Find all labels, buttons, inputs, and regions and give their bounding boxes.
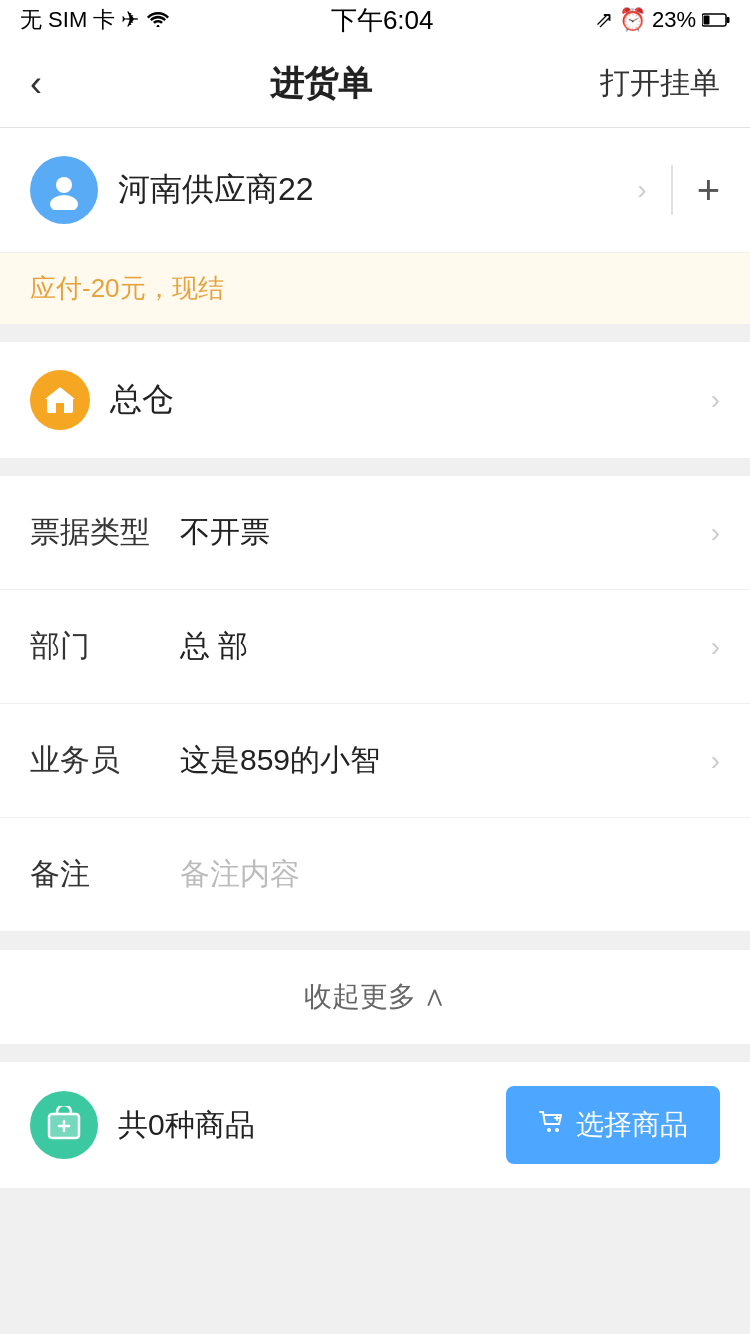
add-supplier-button[interactable]: +: [697, 168, 720, 213]
collapse-bar[interactable]: 收起更多 ∧: [0, 949, 750, 1044]
nav-bar: ‹ 进货单 打开挂单: [0, 40, 750, 128]
department-value: 总 部: [160, 626, 711, 667]
department-label: 部门: [30, 626, 160, 667]
alarm-icon: ⏰: [619, 7, 646, 33]
svg-rect-1: [726, 17, 729, 23]
svg-point-10: [547, 1128, 551, 1132]
supplier-name: 河南供应商22: [118, 168, 637, 212]
remark-label: 备注: [30, 854, 160, 895]
warehouse-row[interactable]: 总仓 ›: [0, 342, 750, 458]
battery-icon: [702, 7, 730, 33]
warehouse-name: 总仓: [110, 378, 711, 422]
main-content: 河南供应商22 › + 应付-20元，现结 总仓 › 票据类型 不开票 ›: [0, 128, 750, 1334]
remaining-area: [0, 1188, 750, 1334]
battery-level: 23%: [652, 7, 696, 33]
cart-icon: [538, 1109, 566, 1141]
supplier-card: 河南供应商22 › + 应付-20元，现结: [0, 128, 750, 324]
select-product-button[interactable]: 选择商品: [506, 1086, 720, 1164]
status-right: ⇗ ⏰ 23%: [595, 7, 730, 33]
remark-row[interactable]: 备注 备注内容: [0, 818, 750, 931]
svg-point-11: [555, 1128, 559, 1132]
svg-rect-7: [56, 403, 64, 413]
back-button[interactable]: ‹: [30, 63, 42, 105]
svg-rect-2: [703, 16, 709, 25]
supplier-avatar: [30, 156, 98, 224]
remark-input[interactable]: 备注内容: [160, 854, 720, 895]
supplier-notice: 应付-20元，现结: [0, 253, 750, 324]
status-left: 无 SIM 卡 ✈: [20, 5, 169, 35]
warehouse-card[interactable]: 总仓 ›: [0, 342, 750, 458]
product-bar: 共0种商品 选择商品: [0, 1062, 750, 1188]
warehouse-icon: [30, 370, 90, 430]
svg-marker-6: [45, 387, 75, 399]
svg-point-3: [56, 177, 72, 193]
supplier-row[interactable]: 河南供应商22 › +: [0, 128, 750, 253]
warehouse-chevron-icon: ›: [711, 384, 720, 416]
status-bar: 无 SIM 卡 ✈ 下午6:04 ⇗ ⏰ 23%: [0, 0, 750, 40]
open-pending-button[interactable]: 打开挂单: [600, 63, 720, 104]
invoice-chevron-icon: ›: [711, 517, 720, 549]
salesperson-value: 这是859的小智: [160, 740, 711, 781]
form-section: 票据类型 不开票 › 部门 总 部 › 业务员 这是859的小智 › 备注 备注…: [0, 476, 750, 931]
status-time: 下午6:04: [331, 3, 434, 38]
page-title: 进货单: [270, 61, 372, 107]
salesperson-chevron-icon: ›: [711, 745, 720, 777]
separator: [0, 1044, 750, 1062]
svg-point-4: [50, 195, 78, 210]
collapse-label: 收起更多 ∧: [304, 978, 447, 1016]
invoice-type-value: 不开票: [160, 512, 711, 553]
sim-signal: 无 SIM 卡 ✈: [20, 5, 139, 35]
department-chevron-icon: ›: [711, 631, 720, 663]
salesperson-label: 业务员: [30, 740, 160, 781]
select-product-label: 选择商品: [576, 1106, 688, 1144]
department-row[interactable]: 部门 总 部 ›: [0, 590, 750, 704]
location-icon: ⇗: [595, 7, 613, 33]
salesperson-row[interactable]: 业务员 这是859的小智 ›: [0, 704, 750, 818]
invoice-type-label: 票据类型: [30, 512, 160, 553]
product-icon: [30, 1091, 98, 1159]
wifi-icon: [147, 7, 169, 33]
product-count: 共0种商品: [118, 1105, 506, 1146]
supplier-divider: [671, 165, 673, 215]
invoice-type-row[interactable]: 票据类型 不开票 ›: [0, 476, 750, 590]
supplier-chevron-icon: ›: [637, 174, 646, 206]
